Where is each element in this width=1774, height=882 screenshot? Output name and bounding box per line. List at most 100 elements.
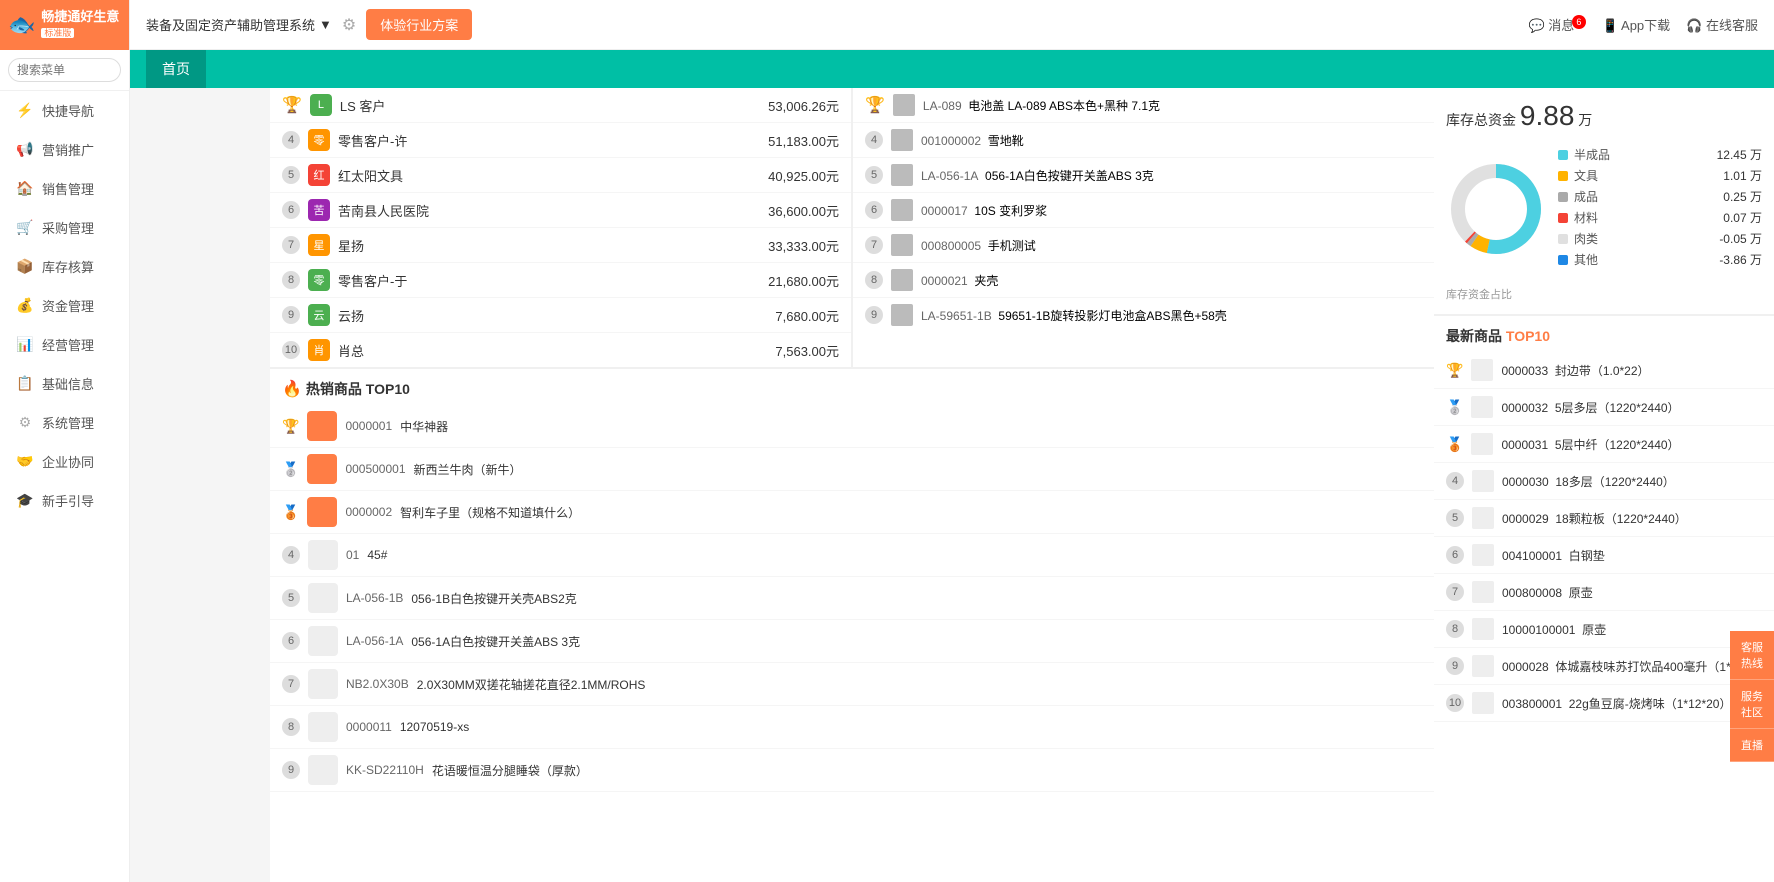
search-input[interactable] xyxy=(8,58,121,82)
list-item: 4 01 45# xyxy=(270,534,1434,577)
legend-dot xyxy=(1558,255,1568,265)
list-item: 5 0000029 18颗粒板（1220*2440） xyxy=(1434,500,1774,537)
medal2-icon: 🥈 xyxy=(282,461,299,478)
legend-item: 材料 0.07 万 xyxy=(1558,209,1762,226)
rank-num: 5 xyxy=(282,166,300,184)
table-row: 5 LA-056-1A 056-1A白色按键开关盖ABS 3克 xyxy=(853,158,1434,193)
nav-label-inventory: 库存核算 xyxy=(42,257,94,276)
online-service-link[interactable]: 🎧 在线客服 xyxy=(1686,15,1758,34)
nav-label-finance: 资金管理 xyxy=(42,296,94,315)
tabbar: 首页 xyxy=(130,50,1774,88)
nav-label-purchase: 采购管理 xyxy=(42,218,94,237)
rank-num: 4 xyxy=(282,546,300,564)
experience-btn[interactable]: 体验行业方案 xyxy=(366,9,472,40)
quick-nav-icon: ⚡ xyxy=(16,102,34,120)
table-row: 10 肖 肖总 7,563.00元 xyxy=(270,333,851,367)
hot-products-title: 🔥 热销商品 TOP10 xyxy=(270,369,1434,405)
purchase-icon: 🛒 xyxy=(16,219,34,237)
product-img xyxy=(308,540,338,570)
nav-item-operations[interactable]: 📊 经营管理 xyxy=(0,325,129,364)
rank-num: 7 xyxy=(1446,583,1464,601)
nav-label-guide: 新手引导 xyxy=(42,491,94,510)
fire-icon: 🔥 xyxy=(282,379,302,399)
community-btn[interactable]: 服务社区 xyxy=(1730,680,1774,729)
product-img xyxy=(891,269,913,291)
rank-num: 6 xyxy=(1446,546,1464,564)
list-item: 🥉 0000002 智利车子里（规格不知道填什么） xyxy=(270,491,1434,534)
product-img xyxy=(1472,655,1494,677)
avatar: L xyxy=(310,94,332,116)
product-img xyxy=(308,755,338,785)
system-title[interactable]: 装备及固定资产辅助管理系统 ▼ xyxy=(146,15,332,34)
product-img xyxy=(308,583,338,613)
rank-num: 8 xyxy=(282,718,300,736)
app-download-link[interactable]: 📱 App下载 xyxy=(1602,15,1670,34)
medal3-icon: 🥉 xyxy=(1446,436,1463,453)
avatar: 红 xyxy=(308,164,330,186)
table-row: 5 红 红太阳文具 40,925.00元 xyxy=(270,158,851,193)
topbar-right: 💬 消息 6 📱 App下载 🎧 在线客服 xyxy=(1528,15,1758,34)
main-area: 装备及固定资产辅助管理系统 ▼ ⚙ 体验行业方案 💬 消息 6 📱 App下载 … xyxy=(130,0,1774,882)
customer-ranking-table: 🏆 L LS 客户 53,006.26元 4 零 零售客户-许 51,183.0… xyxy=(270,88,851,367)
rank-num: 6 xyxy=(282,632,300,650)
nav-item-finance[interactable]: 💰 资金管理 xyxy=(0,286,129,325)
table-row: 8 0000021 夹壳 xyxy=(853,263,1434,298)
rank-num: 8 xyxy=(1446,620,1464,638)
rank-num: 4 xyxy=(282,131,300,149)
nav-item-purchase[interactable]: 🛒 采购管理 xyxy=(0,208,129,247)
new-products-list: 🏆 0000033 封边带（1.0*22） 🥈 0000032 5层多层（122… xyxy=(1434,352,1774,722)
sidebar: 🐟 畅捷通好生意 标准版 ⚡ 快捷导航 📢 营销推广 🏠 销售管理 🛒 采购管理… xyxy=(0,0,130,882)
inventory-donut-chart xyxy=(1446,159,1546,259)
list-item: 8 10000100001 原壶 xyxy=(1434,611,1774,648)
sales-icon: 🏠 xyxy=(16,180,34,198)
rank-num: 10 xyxy=(282,341,300,359)
product-img xyxy=(1472,507,1494,529)
customer-service-btn[interactable]: 客服热线 xyxy=(1730,631,1774,680)
legend-dot xyxy=(1558,171,1568,181)
table-row: 8 零 零售客户-于 21,680.00元 xyxy=(270,263,851,298)
nav-item-system[interactable]: ⚙ 系统管理 xyxy=(0,403,129,442)
trophy-icon: 🏆 xyxy=(282,418,299,435)
system-icon: ⚙ xyxy=(16,414,34,432)
guide-icon: 🎓 xyxy=(16,492,34,510)
product-img xyxy=(891,304,913,326)
legend-dot xyxy=(1558,213,1568,223)
table-row: 6 苦 苦南县人民医院 36,600.00元 xyxy=(270,193,851,228)
legend-dot xyxy=(1558,150,1568,160)
nav-item-marketing[interactable]: 📢 营销推广 xyxy=(0,130,129,169)
message-link[interactable]: 💬 消息 6 xyxy=(1528,15,1585,34)
live-btn[interactable]: 直播 xyxy=(1730,729,1774,762)
legend-dot xyxy=(1558,234,1568,244)
nav-item-enterprise[interactable]: 🤝 企业协同 xyxy=(0,442,129,481)
table-row: 4 001000002 雪地靴 xyxy=(853,123,1434,158)
product-img xyxy=(891,234,913,256)
rank-num: 4 xyxy=(1446,472,1464,490)
gear-icon[interactable]: ⚙ xyxy=(342,15,356,35)
tab-home[interactable]: 首页 xyxy=(146,50,206,88)
product-img xyxy=(1471,359,1493,381)
table-row: 7 000800005 手机测试 xyxy=(853,228,1434,263)
rank-num: 6 xyxy=(865,201,883,219)
avatar: 苦 xyxy=(308,199,330,221)
list-item: 7 000800008 原壶 xyxy=(1434,574,1774,611)
avatar: 星 xyxy=(308,234,330,256)
nav-item-sales[interactable]: 🏠 销售管理 xyxy=(0,169,129,208)
nav-item-basic[interactable]: 📋 基础信息 xyxy=(0,364,129,403)
list-item: 🥈 0000032 5层多层（1220*2440） xyxy=(1434,389,1774,426)
trophy-icon: 🏆 xyxy=(865,95,885,115)
content-area: 🏆 L LS 客户 53,006.26元 4 零 零售客户-许 51,183.0… xyxy=(130,88,1774,882)
nav-label-quick: 快捷导航 xyxy=(42,101,94,120)
product-img xyxy=(1472,618,1494,640)
float-buttons: 客服热线 服务社区 直播 xyxy=(1730,631,1774,762)
list-item: 5 LA-056-1B 056-1B白色按键开关壳ABS2克 xyxy=(270,577,1434,620)
nav-item-guide[interactable]: 🎓 新手引导 xyxy=(0,481,129,520)
table-row: 🏆 L LS 客户 53,006.26元 xyxy=(270,88,851,123)
avatar: 零 xyxy=(308,269,330,291)
legend-item: 文具 1.01 万 xyxy=(1558,167,1762,184)
left-panel xyxy=(130,88,270,882)
middle-panel: 🏆 L LS 客户 53,006.26元 4 零 零售客户-许 51,183.0… xyxy=(270,88,1434,882)
nav-item-inventory[interactable]: 📦 库存核算 xyxy=(0,247,129,286)
product-img xyxy=(891,164,913,186)
product-img xyxy=(891,129,913,151)
nav-item-quick-nav[interactable]: ⚡ 快捷导航 xyxy=(0,91,129,130)
